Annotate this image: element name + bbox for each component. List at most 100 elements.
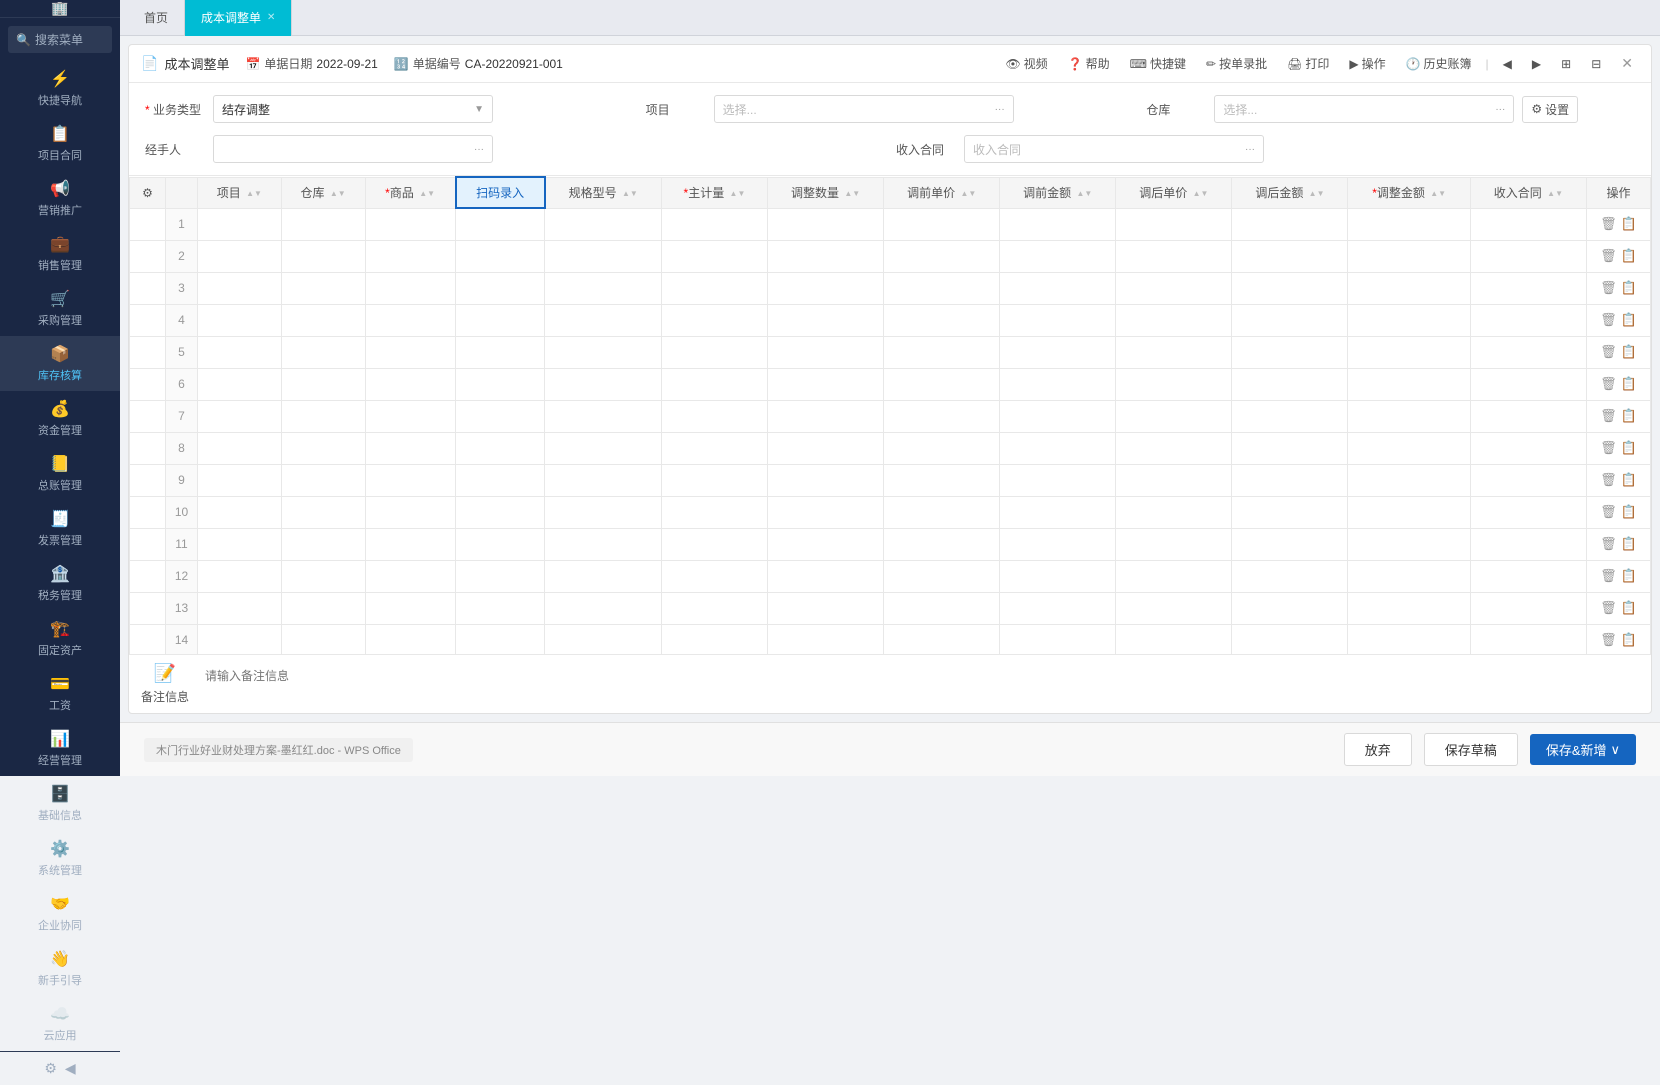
cell-unit-12[interactable] — [661, 560, 767, 592]
sidebar-item-ledger[interactable]: 📒 总账管理 — [0, 446, 120, 501]
cell-adj-amount-14[interactable] — [1348, 624, 1470, 654]
cell-scan-5[interactable] — [456, 336, 545, 368]
cell-pre-price-10[interactable] — [884, 496, 1000, 528]
copy-icon-1[interactable]: 📋 — [1621, 216, 1637, 232]
cell-adj-amount-4[interactable] — [1348, 304, 1470, 336]
cell-scan-9[interactable] — [456, 464, 545, 496]
th-product[interactable]: *商品 ▲▼ — [365, 177, 456, 208]
cell-spec-6[interactable] — [545, 368, 662, 400]
sidebar-item-tax[interactable]: 🏦 税务管理 — [0, 556, 120, 611]
cell-pre-amount-12[interactable] — [1000, 560, 1116, 592]
cell-pre-price-13[interactable] — [884, 592, 1000, 624]
th-adj-amount[interactable]: *调整金额 ▲▼ — [1348, 177, 1470, 208]
sidebar-item-finance[interactable]: 💰 资金管理 — [0, 391, 120, 446]
cell-adj-amount-11[interactable] — [1348, 528, 1470, 560]
cell-product-1[interactable] — [365, 208, 456, 240]
copy-icon-9[interactable]: 📋 — [1621, 472, 1637, 488]
cell-warehouse-14[interactable] — [281, 624, 365, 654]
print-btn[interactable]: 🖨 打印 — [1281, 53, 1335, 74]
cell-product-10[interactable] — [365, 496, 456, 528]
cell-adj-qty-10[interactable] — [768, 496, 884, 528]
cell-adj-qty-14[interactable] — [768, 624, 884, 654]
cell-project-13[interactable] — [198, 592, 282, 624]
discard-button[interactable]: 放弃 — [1344, 733, 1412, 766]
cell-spec-3[interactable] — [545, 272, 662, 304]
cell-post-price-14[interactable] — [1116, 624, 1232, 654]
cell-post-price-7[interactable] — [1116, 400, 1232, 432]
cell-scan-8[interactable] — [456, 432, 545, 464]
th-spec[interactable]: 规格型号 ▲▼ — [545, 177, 662, 208]
cell-post-amount-13[interactable] — [1232, 592, 1348, 624]
income-contract-input[interactable]: 收入合同 ··· — [964, 135, 1264, 163]
view-btn[interactable]: 👁 视频 — [999, 53, 1053, 74]
delete-icon-10[interactable]: 🗑 — [1600, 504, 1617, 520]
warehouse-input[interactable]: 选择... ··· — [1214, 95, 1514, 123]
cell-income-contract-11[interactable] — [1470, 528, 1586, 560]
save-new-button[interactable]: 保存&新增 ∨ — [1530, 734, 1636, 765]
th-unit[interactable]: *主计量 ▲▼ — [661, 177, 767, 208]
sidebar-item-purchase-mgmt[interactable]: 🛒 采购管理 — [0, 281, 120, 336]
cell-pre-amount-11[interactable] — [1000, 528, 1116, 560]
cell-project-12[interactable] — [198, 560, 282, 592]
cell-post-amount-6[interactable] — [1232, 368, 1348, 400]
cell-income-contract-6[interactable] — [1470, 368, 1586, 400]
cell-warehouse-3[interactable] — [281, 272, 365, 304]
cell-adj-qty-11[interactable] — [768, 528, 884, 560]
copy-icon-8[interactable]: 📋 — [1621, 440, 1637, 456]
cell-project-10[interactable] — [198, 496, 282, 528]
cell-project-4[interactable] — [198, 304, 282, 336]
cell-scan-1[interactable] — [456, 208, 545, 240]
project-input[interactable]: 选择... ··· — [714, 95, 1014, 123]
history-btn[interactable]: 🕐 历史账簿 — [1400, 53, 1478, 74]
cell-project-14[interactable] — [198, 624, 282, 654]
cell-unit-10[interactable] — [661, 496, 767, 528]
cell-scan-14[interactable] — [456, 624, 545, 654]
cell-post-amount-5[interactable] — [1232, 336, 1348, 368]
cell-pre-amount-8[interactable] — [1000, 432, 1116, 464]
cell-project-9[interactable] — [198, 464, 282, 496]
cell-pre-amount-10[interactable] — [1000, 496, 1116, 528]
th-warehouse[interactable]: 仓库 ▲▼ — [281, 177, 365, 208]
copy-icon-11[interactable]: 📋 — [1621, 536, 1637, 552]
cell-product-14[interactable] — [365, 624, 456, 654]
cell-adj-amount-2[interactable] — [1348, 240, 1470, 272]
cell-unit-1[interactable] — [661, 208, 767, 240]
cell-product-11[interactable] — [365, 528, 456, 560]
cell-income-contract-13[interactable] — [1470, 592, 1586, 624]
cell-spec-14[interactable] — [545, 624, 662, 654]
cell-post-price-6[interactable] — [1116, 368, 1232, 400]
sidebar-item-basic-info[interactable]: 🗄️ 基础信息 — [0, 776, 120, 831]
sidebar-item-invoice[interactable]: 🧾 发票管理 — [0, 501, 120, 556]
cell-adj-amount-7[interactable] — [1348, 400, 1470, 432]
cell-pre-price-3[interactable] — [884, 272, 1000, 304]
cell-unit-6[interactable] — [661, 368, 767, 400]
th-post-price[interactable]: 调后单价 ▲▼ — [1116, 177, 1232, 208]
delete-icon-8[interactable]: 🗑 — [1600, 440, 1617, 456]
cell-pre-amount-1[interactable] — [1000, 208, 1116, 240]
cell-pre-amount-9[interactable] — [1000, 464, 1116, 496]
th-project[interactable]: 项目 ▲▼ — [198, 177, 282, 208]
delete-icon-12[interactable]: 🗑 — [1600, 568, 1617, 584]
cell-adj-qty-4[interactable] — [768, 304, 884, 336]
cell-pre-amount-14[interactable] — [1000, 624, 1116, 654]
th-post-amount[interactable]: 调后金额 ▲▼ — [1232, 177, 1348, 208]
tab-home[interactable]: 首页 — [128, 0, 185, 36]
cell-post-amount-2[interactable] — [1232, 240, 1348, 272]
sidebar-item-salary[interactable]: 💳 工资 — [0, 666, 120, 721]
cell-pre-price-12[interactable] — [884, 560, 1000, 592]
cell-pre-amount-13[interactable] — [1000, 592, 1116, 624]
cell-adj-qty-7[interactable] — [768, 400, 884, 432]
copy-icon-13[interactable]: 📋 — [1621, 600, 1637, 616]
cell-scan-3[interactable] — [456, 272, 545, 304]
collapse-panel-btn[interactable]: ⊟ — [1585, 55, 1607, 73]
cell-post-price-4[interactable] — [1116, 304, 1232, 336]
help-btn[interactable]: ❓ 帮助 — [1062, 53, 1116, 74]
cell-spec-4[interactable] — [545, 304, 662, 336]
cell-adj-amount-13[interactable] — [1348, 592, 1470, 624]
cell-product-3[interactable] — [365, 272, 456, 304]
cell-post-price-9[interactable] — [1116, 464, 1232, 496]
sidebar-item-fixed-assets[interactable]: 🏗️ 固定资产 — [0, 611, 120, 666]
th-scan-input[interactable]: 扫码录入 — [456, 177, 545, 208]
cell-income-contract-5[interactable] — [1470, 336, 1586, 368]
cell-pre-price-5[interactable] — [884, 336, 1000, 368]
